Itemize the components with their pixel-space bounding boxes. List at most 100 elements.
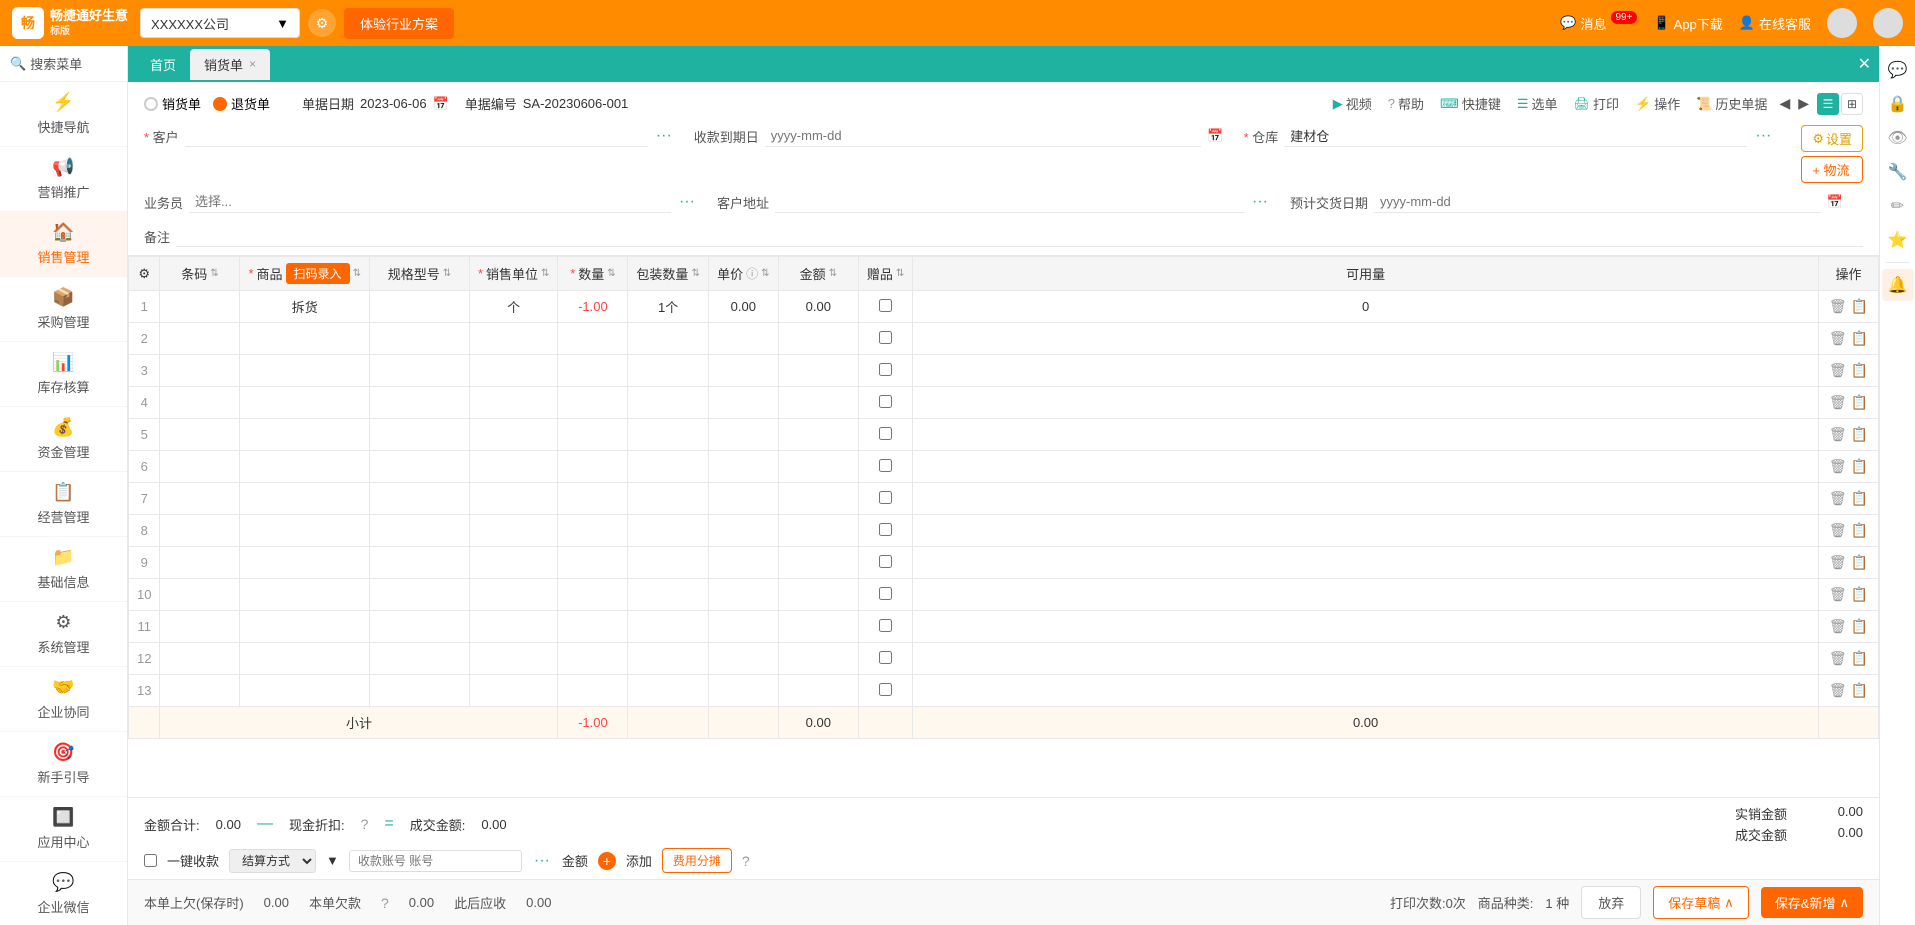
salesperson-input[interactable] — [189, 191, 671, 213]
sidebar-item-system[interactable]: ⚙ 系统管理 — [0, 602, 127, 667]
gift-12[interactable] — [858, 643, 912, 675]
avatar2[interactable] — [1873, 8, 1903, 38]
unit-9[interactable] — [469, 547, 557, 579]
message-btn[interactable]: 💬 消息 99+ — [1560, 14, 1637, 33]
gift-sort-icon[interactable]: ⇅ — [896, 268, 904, 279]
copy-icon-1[interactable]: 📋 — [1851, 298, 1868, 315]
sidebar-item-quick-nav[interactable]: ⚡ 快捷导航 — [0, 82, 127, 147]
product-7[interactable] — [240, 483, 369, 515]
copy-icon-4[interactable]: 📋 — [1851, 394, 1868, 411]
barcode-12[interactable] — [160, 643, 240, 675]
gift-5[interactable] — [858, 419, 912, 451]
pack-3[interactable] — [628, 355, 708, 387]
delete-icon-11[interactable]: 🗑 — [1829, 618, 1847, 635]
fee-split-btn[interactable]: 费用分摊 — [662, 848, 732, 873]
copy-icon-11[interactable]: 📋 — [1851, 618, 1868, 635]
gift-7[interactable] — [858, 483, 912, 515]
unit-2[interactable] — [469, 323, 557, 355]
price-1[interactable]: 0.00 — [708, 291, 778, 323]
spec-4[interactable] — [369, 387, 469, 419]
amount-2[interactable] — [778, 323, 858, 355]
sidebar-item-collab[interactable]: 🤝 企业协同 — [0, 667, 127, 732]
right-panel-lock-btn[interactable]: 🔒 — [1882, 88, 1914, 120]
price-sort-icon[interactable]: ⇅ — [761, 268, 769, 279]
toolbar-video[interactable]: ▶ 视频 — [1329, 92, 1376, 115]
qty-4[interactable] — [558, 387, 628, 419]
trial-button[interactable]: 体验行业方案 — [344, 8, 454, 39]
add-payment-btn[interactable]: + — [598, 852, 616, 870]
gift-10[interactable] — [858, 579, 912, 611]
pack-9[interactable] — [628, 547, 708, 579]
spec-10[interactable] — [369, 579, 469, 611]
qty-9[interactable] — [558, 547, 628, 579]
app-download-btn[interactable]: 📱 App下载 — [1653, 14, 1722, 33]
date-calendar-icon[interactable]: 📅 — [433, 96, 449, 112]
qty-5[interactable] — [558, 419, 628, 451]
view-list-btn[interactable]: ☰ — [1817, 93, 1839, 115]
price-3[interactable] — [708, 355, 778, 387]
address-dots-btn[interactable]: ··· — [1250, 193, 1270, 211]
product-13[interactable] — [240, 675, 369, 707]
qty-12[interactable] — [558, 643, 628, 675]
barcode-11[interactable] — [160, 611, 240, 643]
sidebar-item-operations[interactable]: 📋 经营管理 — [0, 472, 127, 537]
product-12[interactable] — [240, 643, 369, 675]
customer-input[interactable] — [185, 125, 648, 147]
pack-4[interactable] — [628, 387, 708, 419]
amount-3[interactable] — [778, 355, 858, 387]
account-dots-btn[interactable]: ··· — [532, 852, 552, 870]
expected-calendar-icon[interactable]: 📅 — [1827, 194, 1843, 210]
price-5[interactable] — [708, 419, 778, 451]
qty-10[interactable] — [558, 579, 628, 611]
unit-6[interactable] — [469, 451, 557, 483]
radio-return[interactable]: 退货单 — [213, 94, 270, 113]
delete-icon-1[interactable]: 🗑 — [1829, 298, 1847, 315]
product-9[interactable] — [240, 547, 369, 579]
gift-2[interactable] — [858, 323, 912, 355]
price-8[interactable] — [708, 515, 778, 547]
delete-icon-5[interactable]: 🗑 — [1829, 426, 1847, 443]
copy-icon-13[interactable]: 📋 — [1851, 682, 1868, 699]
product-6[interactable] — [240, 451, 369, 483]
unit-1[interactable]: 个 — [469, 291, 557, 323]
barcode-7[interactable] — [160, 483, 240, 515]
pack-13[interactable] — [628, 675, 708, 707]
warehouse-input[interactable]: 建材仓 — [1284, 125, 1747, 147]
barcode-13[interactable] — [160, 675, 240, 707]
tab-close-icon[interactable]: × — [249, 57, 256, 71]
sidebar-item-finance[interactable]: 💰 资金管理 — [0, 407, 127, 472]
delete-icon-9[interactable]: 🗑 — [1829, 554, 1847, 571]
product-5[interactable] — [240, 419, 369, 451]
right-panel-tool-btn[interactable]: 🔧 — [1882, 156, 1914, 188]
spec-8[interactable] — [369, 515, 469, 547]
online-service-btn[interactable]: 👤 在线客服 — [1739, 14, 1811, 33]
right-panel-active-btn[interactable]: 🔔 — [1882, 269, 1914, 301]
product-4[interactable] — [240, 387, 369, 419]
summary-help-icon[interactable]: ? — [361, 816, 369, 832]
copy-icon-10[interactable]: 📋 — [1851, 586, 1868, 603]
barcode-3[interactable] — [160, 355, 240, 387]
payment-calendar-icon[interactable]: 📅 — [1207, 128, 1223, 144]
amount-13[interactable] — [778, 675, 858, 707]
customer-dots-btn[interactable]: ··· — [654, 127, 674, 145]
sidebar-item-basic-info[interactable]: 📁 基础信息 — [0, 537, 127, 602]
sidebar-item-app-center[interactable]: 🔲 应用中心 — [0, 797, 127, 862]
save-new-button[interactable]: 保存&新增 ∧ — [1761, 887, 1863, 918]
barcode-9[interactable] — [160, 547, 240, 579]
amount-1[interactable]: 0.00 — [778, 291, 858, 323]
scan-button[interactable]: 扫码录入 — [286, 263, 350, 284]
delete-icon-4[interactable]: 🗑 — [1829, 394, 1847, 411]
unit-13[interactable] — [469, 675, 557, 707]
amount-sort-icon[interactable]: ⇅ — [829, 268, 837, 279]
right-panel-eye-btn[interactable]: 👁 — [1882, 122, 1914, 154]
product-sort-icon[interactable]: ⇅ — [353, 268, 361, 279]
spec-3[interactable] — [369, 355, 469, 387]
amount-7[interactable] — [778, 483, 858, 515]
qty-13[interactable] — [558, 675, 628, 707]
copy-icon-8[interactable]: 📋 — [1851, 522, 1868, 539]
price-11[interactable] — [708, 611, 778, 643]
product-1[interactable]: 拆货 — [240, 291, 369, 323]
spec-11[interactable] — [369, 611, 469, 643]
product-11[interactable] — [240, 611, 369, 643]
delete-icon-3[interactable]: 🗑 — [1829, 362, 1847, 379]
